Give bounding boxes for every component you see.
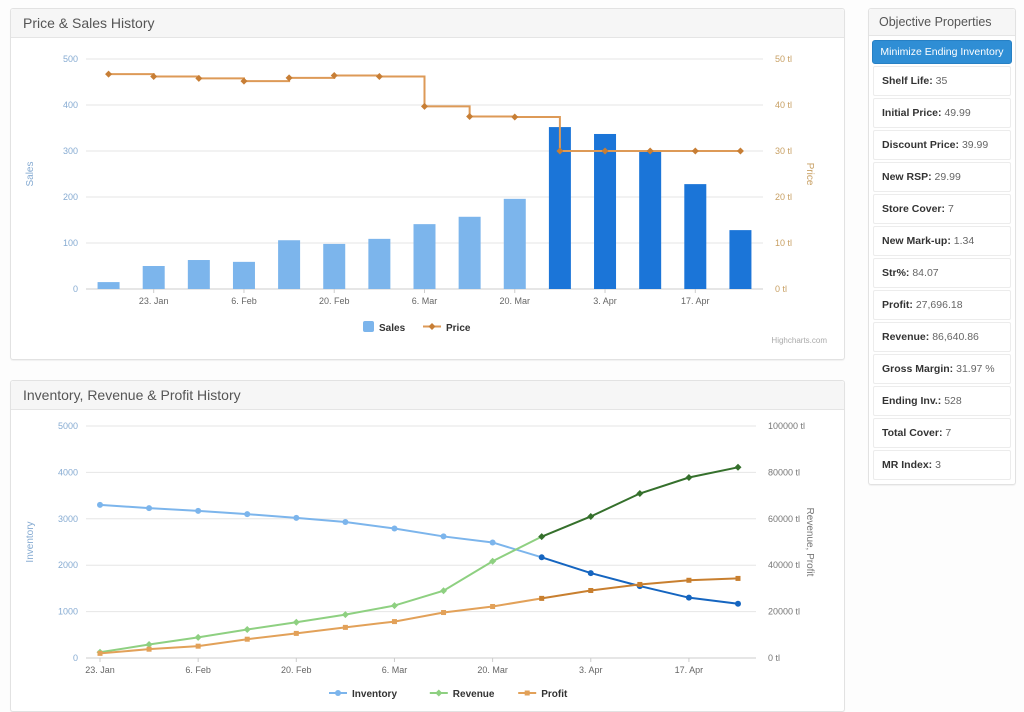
svg-text:20. Mar: 20. Mar: [477, 665, 508, 675]
chart2-legend[interactable]: Inventory Revenue Profit: [329, 689, 568, 700]
property-mr-index: MR Index: 3: [873, 450, 1011, 480]
svg-text:20. Feb: 20. Feb: [281, 665, 312, 675]
svg-text:3. Apr: 3. Apr: [593, 296, 617, 306]
svg-text:100: 100: [63, 238, 78, 248]
inventory-panel-title: Inventory, Revenue & Profit History: [11, 381, 844, 410]
svg-text:Revenue, Profit: Revenue, Profit: [804, 508, 815, 577]
svg-text:17. Apr: 17. Apr: [675, 665, 704, 675]
svg-text:40000 tl: 40000 tl: [768, 560, 800, 570]
panel-price-sales: Price & Sales History 0 0 tl 100 10 tl 200 20…: [10, 8, 845, 360]
price-sales-chart[interactable]: 0 0 tl 100 10 tl 200 20 tl 300 30 tl 400 40 tl 500…: [11, 38, 844, 358]
objective-properties-panel: Objective Properties Minimize Ending Inv…: [868, 8, 1016, 485]
property-new-rsp: New RSP: 29.99: [873, 162, 1011, 192]
price-sales-panel-title: Price & Sales History: [11, 9, 844, 38]
property-ending-inv-: Ending Inv.: 528: [873, 386, 1011, 416]
panel-inventory-revenue-profit: Inventory, Revenue & Profit History 0 0 t…: [10, 380, 845, 712]
svg-text:3. Apr: 3. Apr: [579, 665, 603, 675]
properties-list: Shelf Life: 35 Initial Price: 49.99 Discou…: [869, 66, 1015, 480]
property-discount-price: Discount Price: 39.99: [873, 130, 1011, 160]
property-initial-price: Initial Price: 49.99: [873, 98, 1011, 128]
svg-text:10 tl: 10 tl: [775, 238, 792, 248]
svg-text:23. Jan: 23. Jan: [85, 665, 115, 675]
highcharts-watermark: Highcharts.com: [771, 336, 827, 345]
svg-text:300: 300: [63, 146, 78, 156]
chart1-legend[interactable]: Sales Price: [363, 321, 471, 334]
property-shelf-life: Shelf Life: 35: [873, 66, 1011, 96]
property-gross-margin: Gross Margin: 31.97 %: [873, 354, 1011, 384]
property-new-mark-up: New Mark-up: 1.34: [873, 226, 1011, 256]
svg-text:Sales: Sales: [379, 323, 406, 334]
svg-text:50 tl: 50 tl: [775, 54, 792, 64]
svg-text:500: 500: [63, 54, 78, 64]
svg-text:6. Feb: 6. Feb: [185, 665, 211, 675]
inventory-revenue-profit-chart[interactable]: 0 0 tl 1000 20000 tl 2000 40000 tl 3000 60000 t…: [11, 410, 844, 712]
svg-text:Inventory: Inventory: [352, 689, 397, 700]
svg-text:20. Mar: 20. Mar: [500, 296, 531, 306]
svg-text:200: 200: [63, 192, 78, 202]
svg-text:20. Feb: 20. Feb: [319, 296, 350, 306]
svg-text:Price: Price: [446, 323, 471, 334]
objective-properties-title: Objective Properties: [869, 9, 1015, 36]
svg-text:17. Apr: 17. Apr: [681, 296, 710, 306]
svg-text:Profit: Profit: [541, 689, 568, 700]
property-profit: Profit: 27,696.18: [873, 290, 1011, 320]
svg-text:Sales: Sales: [25, 161, 36, 186]
svg-text:40 tl: 40 tl: [775, 100, 792, 110]
svg-text:6. Mar: 6. Mar: [382, 665, 408, 675]
svg-text:20000 tl: 20000 tl: [768, 607, 800, 617]
svg-text:60000 tl: 60000 tl: [768, 514, 800, 524]
svg-text:100000 tl: 100000 tl: [768, 421, 805, 431]
minimize-ending-inventory-button[interactable]: Minimize Ending Inventory: [872, 40, 1012, 64]
svg-text:0: 0: [73, 653, 78, 663]
svg-text:0: 0: [73, 284, 78, 294]
property-revenue: Revenue: 86,640.86: [873, 322, 1011, 352]
property-str-: Str%: 84.07: [873, 258, 1011, 288]
svg-text:23. Jan: 23. Jan: [139, 296, 169, 306]
property-total-cover: Total Cover: 7: [873, 418, 1011, 448]
svg-text:0 tl: 0 tl: [768, 653, 780, 663]
svg-text:6. Feb: 6. Feb: [231, 296, 257, 306]
property-store-cover: Store Cover: 7: [873, 194, 1011, 224]
svg-text:Revenue: Revenue: [453, 689, 495, 700]
svg-text:Price: Price: [804, 163, 815, 186]
svg-text:5000: 5000: [58, 421, 78, 431]
svg-text:20 tl: 20 tl: [775, 192, 792, 202]
svg-text:80000 tl: 80000 tl: [768, 467, 800, 477]
svg-text:6. Mar: 6. Mar: [412, 296, 438, 306]
svg-text:2000: 2000: [58, 560, 78, 570]
svg-text:1000: 1000: [58, 607, 78, 617]
svg-text:400: 400: [63, 100, 78, 110]
svg-text:Inventory: Inventory: [25, 521, 36, 562]
svg-text:3000: 3000: [58, 514, 78, 524]
svg-text:4000: 4000: [58, 467, 78, 477]
svg-text:30 tl: 30 tl: [775, 146, 792, 156]
svg-text:0 tl: 0 tl: [775, 284, 787, 294]
